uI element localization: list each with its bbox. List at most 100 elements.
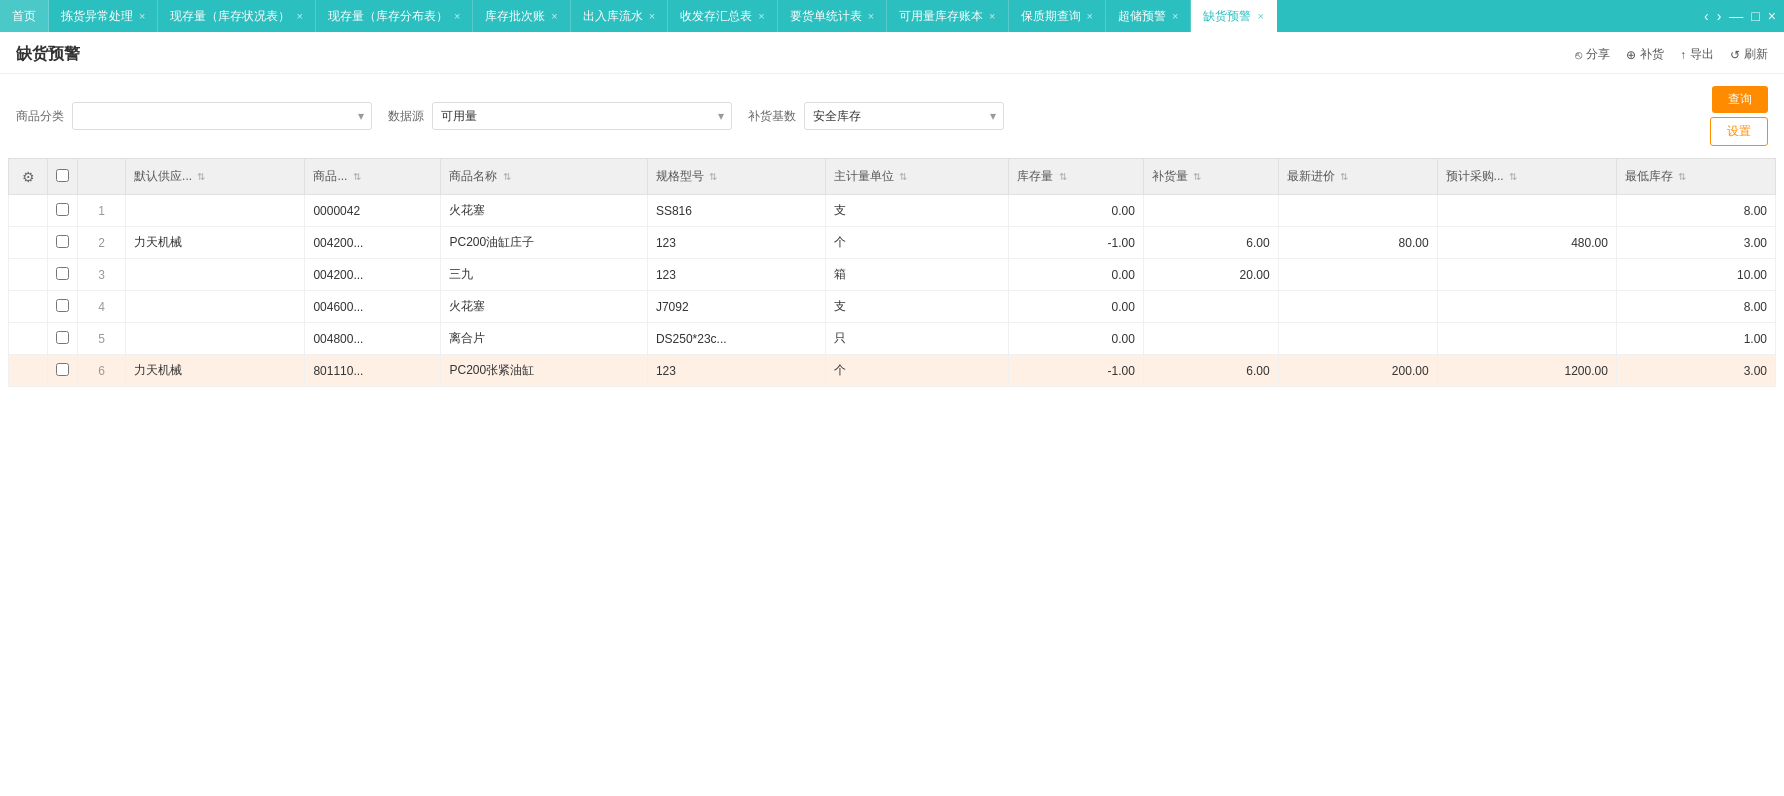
tab-close-8[interactable]: × (989, 10, 995, 22)
row-checkbox-1[interactable] (56, 235, 69, 248)
row-latest-price (1278, 195, 1437, 227)
supplier-sort-icon: ⇅ (197, 171, 205, 182)
row-checkbox-2[interactable] (56, 267, 69, 280)
row-estimated-purchase (1437, 259, 1616, 291)
row-checkbox-cell[interactable] (48, 195, 78, 227)
table-header-min-stock[interactable]: 最低库存 ⇅ (1616, 159, 1775, 195)
replenish-button[interactable]: ⊕ 补货 (1626, 46, 1664, 63)
row-checkbox-5[interactable] (56, 363, 69, 376)
row-checkbox-3[interactable] (56, 299, 69, 312)
replenish-base-label: 补货基数 (748, 108, 796, 125)
table-header-spec[interactable]: 规格型号 ⇅ (647, 159, 825, 195)
row-checkbox-cell[interactable] (48, 227, 78, 259)
row-estimated-purchase (1437, 195, 1616, 227)
replenish-qty-col-label: 补货量 (1152, 169, 1188, 183)
row-checkbox-cell[interactable] (48, 355, 78, 387)
row-checkbox-0[interactable] (56, 203, 69, 216)
tab-item-4[interactable]: 库存批次账× (473, 0, 570, 32)
tab-item-10[interactable]: 超储预警× (1106, 0, 1191, 32)
tab-bar: 首页拣货异常处理×现存量（库存状况表）×现存量（库存分布表）×库存批次账×出入库… (0, 0, 1784, 32)
refresh-button[interactable]: ↺ 刷新 (1730, 46, 1768, 63)
datasource-select[interactable]: 可用量 (432, 102, 732, 130)
tab-close-4[interactable]: × (551, 10, 557, 22)
tab-item-1[interactable]: 拣货异常处理 × (49, 0, 158, 32)
table-row[interactable]: 3 004200... 三九 123 箱 0.00 20.00 10.00 (9, 259, 1776, 291)
row-checkbox-4[interactable] (56, 331, 69, 344)
table-header-supplier[interactable]: 默认供应... ⇅ (126, 159, 305, 195)
select-all-checkbox[interactable] (56, 169, 69, 182)
tab-item-7[interactable]: 要货单统计表× (778, 0, 887, 32)
table-header-latest-price[interactable]: 最新进价 ⇅ (1278, 159, 1437, 195)
supplier-col-label: 默认供应... (134, 169, 192, 183)
table-header-estimated-purchase[interactable]: 预计采购... ⇅ (1437, 159, 1616, 195)
category-select[interactable] (72, 102, 372, 130)
window-minimize-button[interactable]: — (1725, 0, 1747, 32)
row-spec: SS816 (647, 195, 825, 227)
settings-button[interactable]: 设置 (1710, 117, 1768, 146)
row-min-stock: 8.00 (1616, 291, 1775, 323)
export-button[interactable]: ↑ 导出 (1680, 46, 1714, 63)
table-row[interactable]: 6 力天机械 801110... PC200张紧油缸 123 个 -1.00 6… (9, 355, 1776, 387)
tab-item-11[interactable]: 缺货预警× (1191, 0, 1276, 32)
table-header-product-name[interactable]: 商品名称 ⇅ (441, 159, 647, 195)
row-spec: 123 (647, 259, 825, 291)
table-row[interactable]: 1 0000042 火花塞 SS816 支 0.00 8.00 (9, 195, 1776, 227)
tab-nav-buttons: ‹ › — □ × (1700, 0, 1784, 32)
tab-item-5[interactable]: 出入库流水× (571, 0, 668, 32)
row-spec: 123 (647, 227, 825, 259)
row-gear-cell (9, 323, 48, 355)
row-supplier (126, 195, 305, 227)
table-header-stock[interactable]: 库存量 ⇅ (1009, 159, 1144, 195)
tab-label-1: 拣货异常处理 (61, 8, 133, 25)
min-stock-col-label: 最低库存 (1625, 169, 1673, 183)
tab-label-0: 首页 (12, 8, 36, 25)
tab-close-6[interactable]: × (758, 10, 764, 22)
window-close-button[interactable]: × (1764, 0, 1780, 32)
share-button[interactable]: ⎋ 分享 (1575, 46, 1610, 63)
row-number: 5 (78, 323, 126, 355)
tab-close-3[interactable]: × (454, 10, 460, 22)
tab-item-9[interactable]: 保质期查询 × (1009, 0, 1106, 32)
table-header-unit[interactable]: 主计量单位 ⇅ (825, 159, 1008, 195)
main-content: 缺货预警 ⎋ 分享 ⊕ 补货 ↑ 导出 ↺ 刷新 商品分类 (0, 32, 1784, 796)
tab-item-6[interactable]: 收发存汇总表× (668, 0, 777, 32)
row-product-code: 004200... (305, 227, 441, 259)
row-number: 2 (78, 227, 126, 259)
table-header-checkbox (48, 159, 78, 195)
tab-close-5[interactable]: × (649, 10, 655, 22)
row-checkbox-cell[interactable] (48, 291, 78, 323)
row-latest-price: 80.00 (1278, 227, 1437, 259)
settings-gear-icon[interactable]: ⚙ (17, 166, 39, 188)
row-min-stock: 1.00 (1616, 323, 1775, 355)
tab-prev-button[interactable]: ‹ (1700, 0, 1713, 32)
replenish-base-select[interactable]: 安全库存 (804, 102, 1004, 130)
table-header-product-code[interactable]: 商品... ⇅ (305, 159, 441, 195)
table-row[interactable]: 2 力天机械 004200... PC200油缸庄子 123 个 -1.00 6… (9, 227, 1776, 259)
tab-close-9[interactable]: × (1087, 10, 1093, 22)
row-checkbox-cell[interactable] (48, 259, 78, 291)
table-row[interactable]: 4 004600... 火花塞 J7092 支 0.00 8.00 (9, 291, 1776, 323)
tab-close-2[interactable]: × (296, 10, 302, 22)
tab-close-1[interactable]: × (139, 10, 145, 22)
category-filter-group: 商品分类 ▾ (16, 102, 372, 130)
table-header-replenish-qty[interactable]: 补货量 ⇅ (1143, 159, 1278, 195)
tab-next-button[interactable]: › (1713, 0, 1726, 32)
tab-item-2[interactable]: 现存量（库存状况表）× (158, 0, 315, 32)
window-maximize-button[interactable]: □ (1747, 0, 1763, 32)
row-checkbox-cell[interactable] (48, 323, 78, 355)
tab-close-7[interactable]: × (868, 10, 874, 22)
latest-price-col-label: 最新进价 (1287, 169, 1335, 183)
row-latest-price (1278, 259, 1437, 291)
tab-close-11[interactable]: × (1257, 10, 1263, 22)
row-stock: -1.00 (1009, 355, 1144, 387)
tab-item-3[interactable]: 现存量（库存分布表）× (316, 0, 473, 32)
row-replenish-qty: 6.00 (1143, 355, 1278, 387)
tab-item-0[interactable]: 首页 (0, 0, 49, 32)
tab-close-10[interactable]: × (1172, 10, 1178, 22)
row-stock: 0.00 (1009, 259, 1144, 291)
tab-label-9: 保质期查询 (1021, 8, 1081, 25)
tab-item-8[interactable]: 可用量库存账本× (887, 0, 1008, 32)
row-product-name: 火花塞 (441, 195, 647, 227)
table-row[interactable]: 5 004800... 离合片 DS250*23c... 只 0.00 1.00 (9, 323, 1776, 355)
query-button[interactable]: 查询 (1712, 86, 1768, 113)
